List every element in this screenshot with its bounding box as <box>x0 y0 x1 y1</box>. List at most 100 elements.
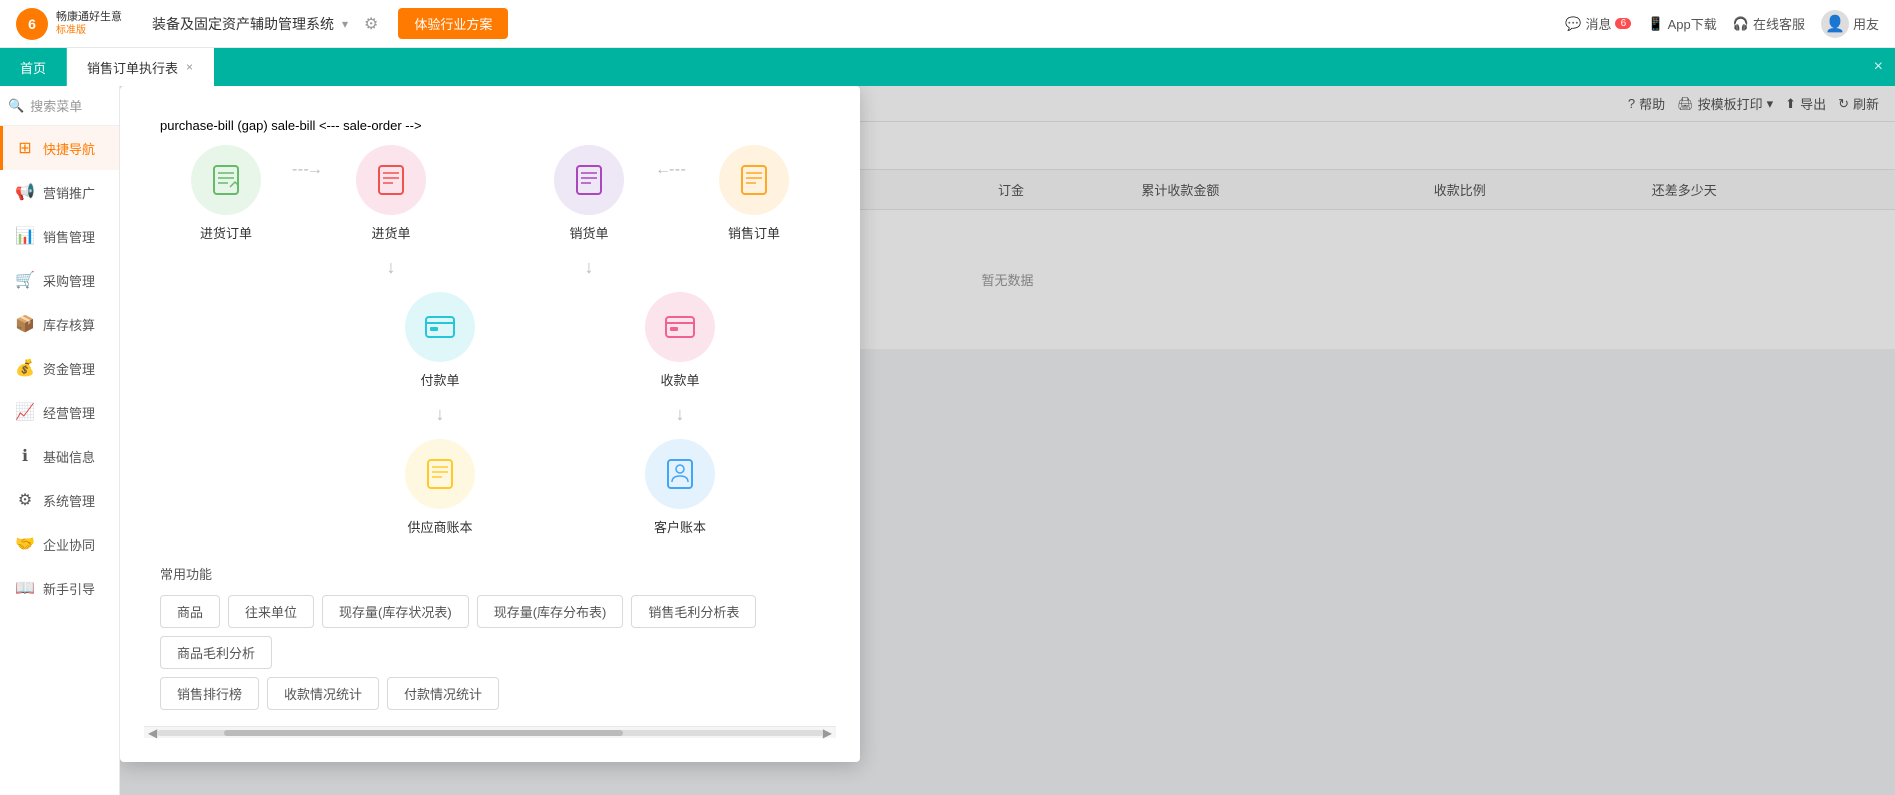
sidebar-search[interactable]: 🔍 搜索菜单 <box>0 86 119 126</box>
flow-col-customer: 客户账本 <box>600 427 760 548</box>
sidebar-item-system[interactable]: ⚙ 系统管理 <box>0 478 119 522</box>
purchase-bill-icon <box>356 145 426 215</box>
system-dropdown-btn[interactable]: ▾ <box>342 17 348 31</box>
sale-bill-icon <box>554 145 624 215</box>
flow-col-purchase-bill: 进货单 ↓ <box>325 133 457 280</box>
header-right: 💬 消息 6 📱 App下载 🎧 在线客服 👤 用友 <box>1565 10 1879 38</box>
scrollbar-track[interactable] <box>157 730 823 736</box>
supplier-ledger-icon <box>405 439 475 509</box>
inventory-icon: 📦 <box>15 314 35 334</box>
node-receipt[interactable]: 收款单 <box>645 280 715 401</box>
marketing-icon: 📢 <box>15 182 35 202</box>
flow-col-receipt: 收款单 ↓ <box>600 280 760 427</box>
arrow-h-1: - - -→ <box>292 133 325 179</box>
app-download-btn[interactable]: 📱 App下载 <box>1647 14 1716 33</box>
sidebar-item-collab[interactable]: 🤝 企业协同 <box>0 522 119 566</box>
sale-order-label: 销售订单 <box>728 223 780 242</box>
avatar: 👤 <box>1821 10 1849 38</box>
system-title: 装备及固定资产辅助管理系统 <box>152 14 334 34</box>
finance-icon: 💰 <box>15 358 35 378</box>
btn-partner[interactable]: 往来单位 <box>228 595 314 628</box>
quick-nav-icon: ⊞ <box>15 138 35 158</box>
sidebar-item-purchase[interactable]: 🛒 采购管理 <box>0 258 119 302</box>
operations-icon: 📈 <box>15 402 35 422</box>
settings-icon[interactable]: ⚙ <box>364 14 378 34</box>
sale-bill-label: 销货单 <box>569 223 608 242</box>
cf-buttons-row2: 销售排行榜 收款情况统计 付款情况统计 <box>160 677 820 710</box>
node-customer-ledger[interactable]: 客户账本 <box>645 427 715 548</box>
basic-info-icon: ℹ <box>15 446 35 466</box>
user-area[interactable]: 👤 用友 <box>1821 10 1879 38</box>
flow-row-1: 进货订单 - - -→ 进货单 <box>160 133 820 280</box>
main-layout: 🔍 搜索菜单 ⊞ 快捷导航 📢 营销推广 📊 销售管理 🛒 采购管理 📦 库存核… <box>0 86 1895 795</box>
system-title-area: 装备及固定资产辅助管理系统 ▾ ⚙ 体验行业方案 <box>152 8 1565 39</box>
node-supplier-ledger[interactable]: 供应商账本 <box>405 427 475 548</box>
sidebar: 🔍 搜索菜单 ⊞ 快捷导航 📢 营销推广 📊 销售管理 🛒 采购管理 📦 库存核… <box>0 86 120 795</box>
logo-text: 畅康通好生意 标准版 <box>56 10 122 37</box>
flow-col-supplier: 供应商账本 <box>360 427 520 548</box>
dashed-arrow-1: - - -→ <box>292 161 321 179</box>
scrollbar-area: ◀ ▶ <box>144 726 836 738</box>
receipt-icon <box>645 292 715 362</box>
purchase-icon: 🛒 <box>15 270 35 290</box>
customer-ledger-label: 客户账本 <box>654 517 706 536</box>
node-purchase-bill[interactable]: 进货单 <box>356 133 426 254</box>
flow-panel: purchase-bill (gap) sale-bill <--- sale-… <box>120 86 860 762</box>
purchase-order-icon <box>191 145 261 215</box>
arrow-v-payment: ↓ <box>436 405 445 423</box>
flow-col-sale-order: 销售订单 <box>688 133 820 254</box>
logo-icon: 6 <box>16 8 48 40</box>
close-tab-icon[interactable]: × <box>186 60 193 74</box>
btn-receipt-stats[interactable]: 收款情况统计 <box>267 677 379 710</box>
trial-btn[interactable]: 体验行业方案 <box>398 8 508 39</box>
search-menu-btn[interactable]: 🔍 搜索菜单 <box>8 96 111 115</box>
sidebar-item-finance[interactable]: 💰 资金管理 <box>0 346 119 390</box>
sidebar-item-sales[interactable]: 📊 销售管理 <box>0 214 119 258</box>
message-badge: 6 <box>1615 18 1631 29</box>
supplier-ledger-label: 供应商账本 <box>407 517 472 536</box>
node-sale-bill[interactable]: 销货单 <box>554 133 624 254</box>
btn-stock-dist[interactable]: 现存量(库存分布表) <box>477 595 624 628</box>
btn-goods[interactable]: 商品 <box>160 595 220 628</box>
btn-payment-stats[interactable]: 付款情况统计 <box>387 677 499 710</box>
nav-tabs: 首页 销售订单执行表 × × <box>0 48 1895 86</box>
flow-col-sale-bill: 销货单 ↓ <box>523 133 655 280</box>
sidebar-item-guide[interactable]: 📖 新手引导 <box>0 566 119 610</box>
scroll-left-btn[interactable]: ◀ <box>148 726 157 740</box>
message-btn[interactable]: 💬 消息 6 <box>1565 14 1631 33</box>
sidebar-item-quick-nav[interactable]: ⊞ 快捷导航 <box>0 126 119 170</box>
node-purchase-order[interactable]: 进货订单 <box>191 133 261 254</box>
sidebar-item-inventory[interactable]: 📦 库存核算 <box>0 302 119 346</box>
service-icon: 🎧 <box>1733 16 1749 32</box>
payment-label: 付款单 <box>420 370 459 389</box>
online-service-btn[interactable]: 🎧 在线客服 <box>1733 14 1805 33</box>
node-payment[interactable]: 付款单 <box>405 280 475 401</box>
sidebar-item-marketing[interactable]: 📢 营销推广 <box>0 170 119 214</box>
message-icon: 💬 <box>1565 16 1581 32</box>
search-icon: 🔍 <box>8 98 24 114</box>
btn-stock-status[interactable]: 现存量(库存状况表) <box>322 595 469 628</box>
arrow-v-receipt: ↓ <box>676 405 685 423</box>
btn-sales-ranking[interactable]: 销售排行榜 <box>160 677 259 710</box>
tab-home[interactable]: 首页 <box>0 48 67 86</box>
flow-diagram-area: purchase-bill (gap) sale-bill <--- sale-… <box>144 110 836 556</box>
flow-row-2: 付款单 ↓ 收款单 ↓ <box>160 280 820 427</box>
sidebar-item-operations[interactable]: 📈 经营管理 <box>0 390 119 434</box>
flow-row-3: 供应商账本 客户账本 <box>160 427 820 548</box>
scroll-right-btn[interactable]: ▶ <box>823 726 832 740</box>
scrollbar-thumb <box>224 730 623 736</box>
flow-col-payment: 付款单 ↓ <box>360 280 520 427</box>
sales-icon: 📊 <box>15 226 35 246</box>
purchase-bill-label: 进货单 <box>371 223 410 242</box>
close-all-tabs-btn[interactable]: × <box>1862 58 1895 76</box>
common-functions-title: 常用功能 <box>160 564 820 583</box>
btn-sales-profit[interactable]: 销售毛利分析表 <box>631 595 756 628</box>
payment-icon <box>405 292 475 362</box>
dashed-arrow-2: ←- - - <box>655 161 684 179</box>
tab-sales-order[interactable]: 销售订单执行表 × <box>67 48 214 86</box>
node-sale-order[interactable]: 销售订单 <box>719 133 789 254</box>
cf-buttons-row1: 商品 往来单位 现存量(库存状况表) 现存量(库存分布表) 销售毛利分析表 商品… <box>160 595 820 669</box>
btn-goods-profit[interactable]: 商品毛利分析 <box>160 636 272 669</box>
sidebar-item-basic-info[interactable]: ℹ 基础信息 <box>0 434 119 478</box>
collab-icon: 🤝 <box>15 534 35 554</box>
